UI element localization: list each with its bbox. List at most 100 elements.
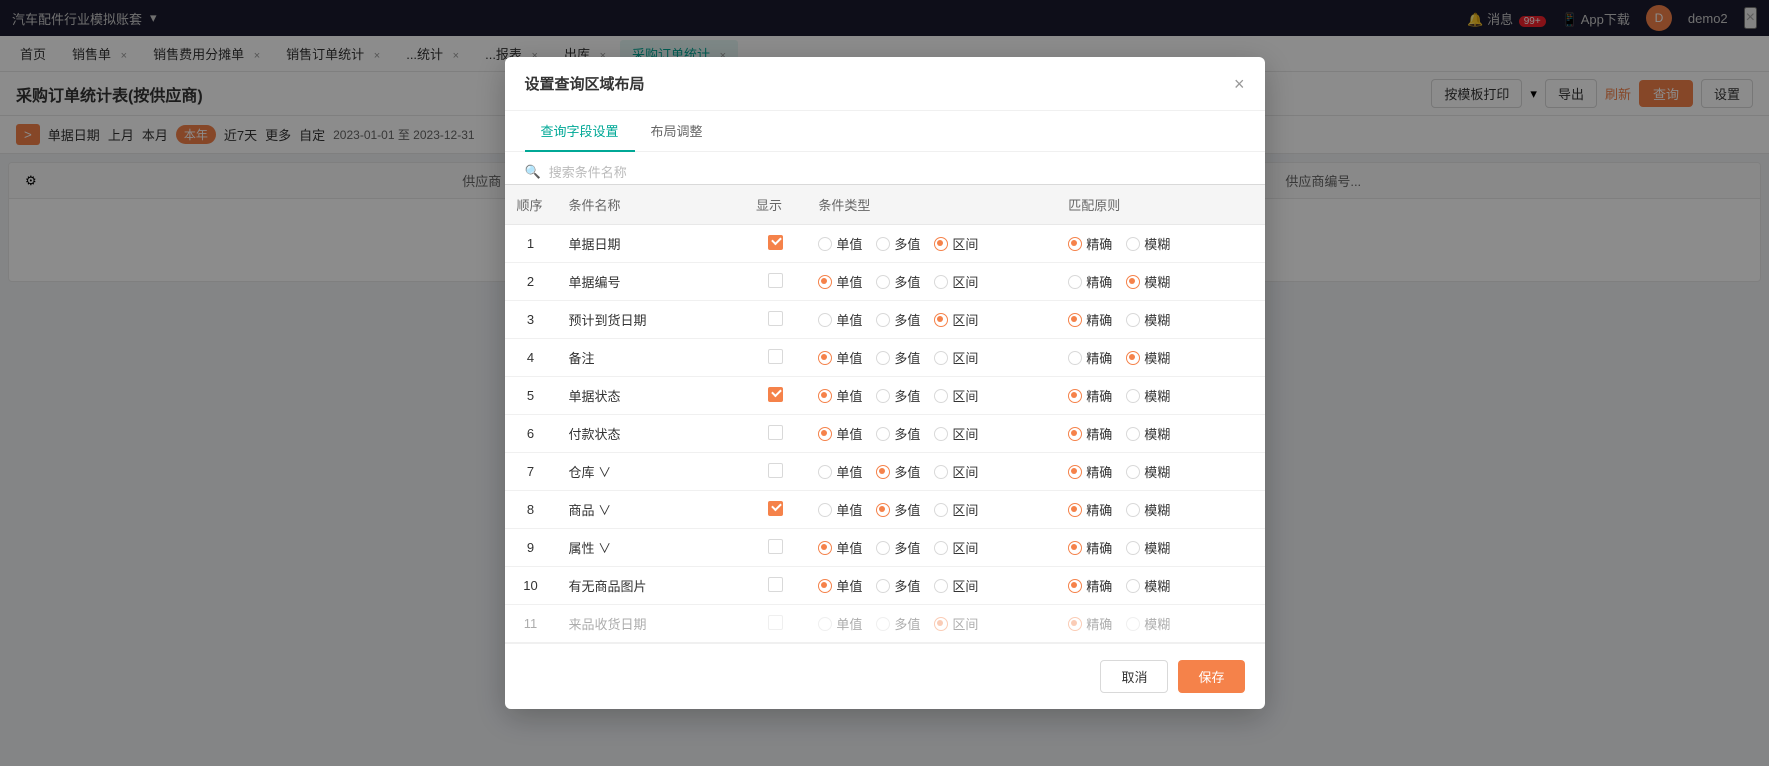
- radio-type-区间[interactable]: 区间: [934, 310, 978, 329]
- radio-type-单值[interactable]: 单值: [818, 576, 862, 595]
- radio-type-区间[interactable]: 区间: [934, 538, 978, 557]
- radio-type-多值[interactable]: 多值: [876, 500, 920, 519]
- row-show-checkbox[interactable]: [744, 339, 806, 377]
- radio-match-精确[interactable]: 精确: [1068, 386, 1112, 405]
- radio-match-模糊[interactable]: 模糊: [1126, 348, 1170, 367]
- row-show-checkbox[interactable]: [744, 301, 806, 339]
- radio-match-精确[interactable]: 精确: [1068, 576, 1112, 595]
- checkbox-unchecked[interactable]: [768, 349, 783, 364]
- radio-type-单值[interactable]: 单值: [818, 424, 862, 443]
- radio-unselected: [934, 389, 948, 403]
- radio-match-精确[interactable]: 精确: [1068, 538, 1112, 557]
- radio-unselected: [934, 579, 948, 593]
- radio-type-单值[interactable]: 单值: [818, 500, 862, 519]
- radio-type-区间[interactable]: 区间: [934, 462, 978, 481]
- radio-match-模糊[interactable]: 模糊: [1126, 310, 1170, 329]
- radio-match-精确[interactable]: 精确: [1068, 500, 1112, 519]
- radio-type-单值[interactable]: 单值: [818, 234, 862, 253]
- search-input[interactable]: [549, 165, 1245, 180]
- radio-match-精确[interactable]: 精确: [1068, 272, 1112, 291]
- radio-match-精确[interactable]: 精确: [1068, 234, 1112, 253]
- radio-type-区间[interactable]: 区间: [934, 348, 978, 367]
- radio-type-区间[interactable]: 区间: [934, 576, 978, 595]
- row-show-checkbox[interactable]: [744, 415, 806, 453]
- radio-type-多值[interactable]: 多值: [876, 538, 920, 557]
- radio-type-单值[interactable]: 单值: [818, 310, 862, 329]
- checkbox-unchecked[interactable]: [768, 273, 783, 288]
- row-name: 单据日期: [557, 225, 744, 263]
- radio-match-精确[interactable]: 精确: [1068, 462, 1112, 481]
- radio-type-区间[interactable]: 区间: [934, 614, 978, 633]
- row-show-checkbox[interactable]: [744, 491, 806, 529]
- radio-type-单值[interactable]: 单值: [818, 272, 862, 291]
- dialog-title: 设置查询区域布局: [525, 73, 645, 94]
- radio-match-模糊[interactable]: 模糊: [1126, 462, 1170, 481]
- radio-label: 多值: [894, 500, 920, 519]
- radio-type-多值[interactable]: 多值: [876, 462, 920, 481]
- radio-type-单值[interactable]: 单值: [818, 538, 862, 557]
- radio-type-多值[interactable]: 多值: [876, 386, 920, 405]
- radio-match-精确[interactable]: 精确: [1068, 348, 1112, 367]
- radio-match-模糊[interactable]: 模糊: [1126, 234, 1170, 253]
- radio-label: 区间: [952, 234, 978, 253]
- dialog-tab-query-fields[interactable]: 查询字段设置: [525, 111, 635, 152]
- row-show-checkbox[interactable]: [744, 225, 806, 263]
- radio-type-区间[interactable]: 区间: [934, 500, 978, 519]
- checkbox-unchecked[interactable]: [768, 463, 783, 478]
- radio-label: 模糊: [1144, 310, 1170, 329]
- cancel-btn[interactable]: 取消: [1100, 660, 1168, 693]
- radio-type-多值[interactable]: 多值: [876, 234, 920, 253]
- dialog-close-btn[interactable]: ×: [1234, 75, 1245, 93]
- radio-unselected: [1126, 465, 1140, 479]
- checkbox-unchecked[interactable]: [768, 539, 783, 554]
- radio-type-多值[interactable]: 多值: [876, 310, 920, 329]
- row-order: 1: [505, 225, 557, 263]
- radio-label: 精确: [1086, 272, 1112, 291]
- radio-match-模糊[interactable]: 模糊: [1126, 272, 1170, 291]
- radio-type-区间[interactable]: 区间: [934, 234, 978, 253]
- radio-match-精确[interactable]: 精确: [1068, 424, 1112, 443]
- checkbox-checked[interactable]: [768, 235, 783, 250]
- radio-match-模糊[interactable]: 模糊: [1126, 424, 1170, 443]
- radio-match-精确[interactable]: 精确: [1068, 614, 1112, 633]
- checkbox-checked[interactable]: [768, 387, 783, 402]
- radio-type-单值[interactable]: 单值: [818, 614, 862, 633]
- radio-type-区间[interactable]: 区间: [934, 424, 978, 443]
- radio-type-区间[interactable]: 区间: [934, 386, 978, 405]
- modal-overlay: 设置查询区域布局 × 查询字段设置 布局调整 🔍 顺序 条件名称 显示 条件类型: [0, 0, 1769, 766]
- radio-label: 区间: [952, 614, 978, 633]
- radio-type-多值[interactable]: 多值: [876, 576, 920, 595]
- save-btn[interactable]: 保存: [1178, 660, 1244, 693]
- radio-type-单值[interactable]: 单值: [818, 462, 862, 481]
- checkbox-unchecked[interactable]: [768, 615, 783, 630]
- checkbox-unchecked[interactable]: [768, 425, 783, 440]
- checkbox-unchecked[interactable]: [768, 577, 783, 592]
- radio-label: 精确: [1086, 348, 1112, 367]
- radio-type-多值[interactable]: 多值: [876, 424, 920, 443]
- row-show-checkbox[interactable]: [744, 453, 806, 491]
- radio-match-模糊[interactable]: 模糊: [1126, 500, 1170, 519]
- radio-unselected: [934, 351, 948, 365]
- row-show-checkbox[interactable]: [744, 567, 806, 605]
- radio-unselected: [818, 237, 832, 251]
- row-show-checkbox[interactable]: [744, 377, 806, 415]
- radio-unselected: [1126, 503, 1140, 517]
- radio-type-多值[interactable]: 多值: [876, 348, 920, 367]
- row-show-checkbox[interactable]: [744, 263, 806, 301]
- row-show-checkbox[interactable]: [744, 605, 806, 643]
- checkbox-checked[interactable]: [768, 501, 783, 516]
- radio-match-模糊[interactable]: 模糊: [1126, 614, 1170, 633]
- radio-match-模糊[interactable]: 模糊: [1126, 386, 1170, 405]
- dialog-tab-layout-adjust[interactable]: 布局调整: [635, 111, 719, 152]
- radio-match-模糊[interactable]: 模糊: [1126, 576, 1170, 595]
- radio-match-精确[interactable]: 精确: [1068, 310, 1112, 329]
- radio-type-单值[interactable]: 单值: [818, 348, 862, 367]
- row-match: 精确 模糊: [1056, 301, 1264, 339]
- radio-type-多值[interactable]: 多值: [876, 614, 920, 633]
- checkbox-unchecked[interactable]: [768, 311, 783, 326]
- radio-type-单值[interactable]: 单值: [818, 386, 862, 405]
- radio-match-模糊[interactable]: 模糊: [1126, 538, 1170, 557]
- row-show-checkbox[interactable]: [744, 529, 806, 567]
- radio-type-多值[interactable]: 多值: [876, 272, 920, 291]
- radio-type-区间[interactable]: 区间: [934, 272, 978, 291]
